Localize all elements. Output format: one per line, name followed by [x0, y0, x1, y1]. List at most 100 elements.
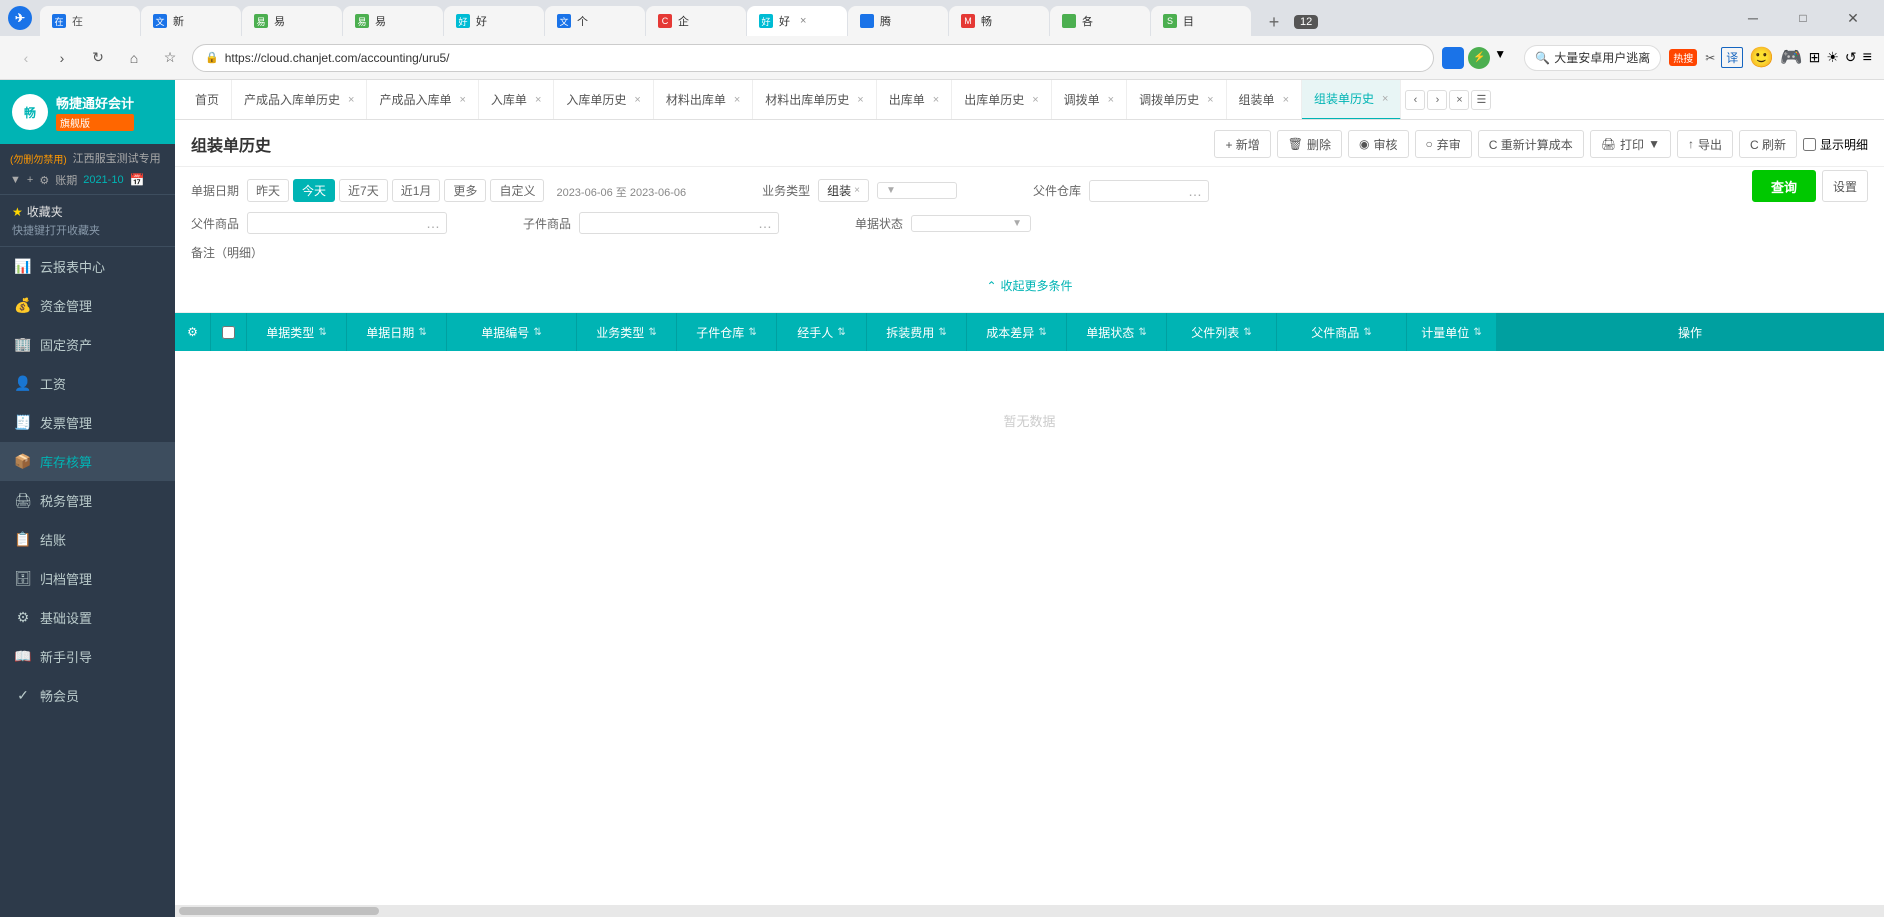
sun-icon[interactable]: ☀ — [1826, 49, 1839, 66]
browser-tab-12[interactable]: S 目 — [1151, 6, 1251, 36]
recalculate-btn[interactable]: C 重新计算成本 — [1478, 130, 1584, 158]
close-window-btn[interactable]: ✕ — [1830, 0, 1876, 36]
abandon-btn[interactable]: ○ 弃审 — [1415, 130, 1472, 158]
nav-tab-home[interactable]: 首页 — [183, 80, 232, 120]
print-btn[interactable]: 🖨 打印 ▼ — [1590, 130, 1671, 158]
parent-warehouse-more-icon[interactable]: … — [1188, 183, 1202, 199]
browser-tab-1[interactable]: 在 在 — [40, 6, 140, 36]
browser-tab-11[interactable]: 各 — [1050, 6, 1150, 36]
child-goods-input[interactable]: … — [579, 212, 779, 234]
sidebar-item-guide[interactable]: 📖 新手引导 — [0, 637, 175, 676]
add-company-btn[interactable]: + — [27, 174, 33, 186]
date-more-btn[interactable]: 更多 — [444, 179, 486, 202]
select-all-checkbox[interactable] — [222, 326, 235, 339]
maximize-btn[interactable]: □ — [1780, 0, 1826, 36]
nav-tab-assembly[interactable]: 组装单 × — [1227, 80, 1302, 120]
nav-next-btn[interactable]: › — [1427, 90, 1447, 110]
nav-menu-btn[interactable]: ☰ — [1471, 90, 1491, 110]
company-dropdown[interactable]: ▼ — [10, 174, 21, 186]
undo-icon[interactable]: ↺ — [1845, 49, 1857, 66]
sidebar-item-inventory[interactable]: 📦 库存核算 — [0, 442, 175, 481]
settings-btn[interactable]: ⚙ — [39, 174, 49, 187]
sidebar-item-closing[interactable]: 📋 结账 — [0, 520, 175, 559]
nav-tab-stock-in-history[interactable]: 入库单历史 × — [554, 80, 653, 120]
browser-tab-2[interactable]: 文 新 — [141, 6, 241, 36]
browser-tab-7[interactable]: C 企 — [646, 6, 746, 36]
refresh-btn[interactable]: C 刷新 — [1739, 130, 1797, 158]
parent-warehouse-input[interactable]: … — [1089, 180, 1209, 202]
tag-close-btn[interactable]: × — [854, 185, 860, 196]
tab-close-12[interactable]: × — [1382, 93, 1388, 105]
browser-tab-5[interactable]: 好 好 — [444, 6, 544, 36]
favorites-sub[interactable]: 快捷键打开收藏夹 — [12, 222, 163, 238]
sidebar-item-fund[interactable]: 💰 资金管理 — [0, 286, 175, 325]
tab-close-11[interactable]: × — [1283, 94, 1289, 106]
date-yesterday-btn[interactable]: 昨天 — [247, 179, 289, 202]
show-detail-label[interactable]: 显示明细 — [1803, 136, 1868, 153]
browser-tab-10[interactable]: M 畅 — [949, 6, 1049, 36]
order-status-dropdown[interactable]: ▼ — [911, 215, 1031, 232]
sort-icon-cost-diff[interactable]: ⇅ — [1038, 327, 1046, 338]
nav-tab-stock-out-history[interactable]: 出库单历史 × — [952, 80, 1051, 120]
tab-close-5[interactable]: × — [734, 94, 740, 106]
nav-tab-product-in-history[interactable]: 产成品入库单历史 × — [232, 80, 367, 120]
tab-close-6[interactable]: × — [857, 94, 863, 106]
tab-close-4[interactable]: × — [634, 94, 640, 106]
game-icon[interactable]: 🎮 — [1780, 47, 1802, 68]
sidebar-item-member[interactable]: ✓ 畅会员 — [0, 676, 175, 715]
new-tab-btn[interactable]: + — [1260, 8, 1288, 36]
tab-close-8[interactable]: × — [1032, 94, 1038, 106]
back-btn[interactable]: ‹ — [12, 44, 40, 72]
sidebar-item-payroll[interactable]: 👤 工资 — [0, 364, 175, 403]
nav-tab-stock-out[interactable]: 出库单 × — [877, 80, 952, 120]
nav-tab-assembly-history[interactable]: 组装单历史 × — [1302, 80, 1401, 120]
audit-btn[interactable]: ◉ 审核 — [1348, 130, 1409, 158]
sort-icon-disassembly-fee[interactable]: ⇅ — [938, 327, 946, 338]
nav-prev-btn[interactable]: ‹ — [1405, 90, 1425, 110]
browser-tab-3[interactable]: 易 易 — [242, 6, 342, 36]
horizontal-scrollbar[interactable] — [175, 905, 1884, 917]
address-bar[interactable]: 🔒 https://cloud.chanjet.com/accounting/u… — [192, 44, 1434, 72]
reload-btn[interactable]: ↻ — [84, 44, 112, 72]
sidebar-item-invoice[interactable]: 🧾 发票管理 — [0, 403, 175, 442]
search-bar[interactable]: 🔍 大量安卓用户逃离 — [1524, 45, 1661, 71]
browser-tab-4[interactable]: 易 易 — [343, 6, 443, 36]
sort-icon-parent-goods[interactable]: ⇅ — [1363, 327, 1371, 338]
filter-settings-btn[interactable]: 设置 — [1822, 170, 1868, 202]
nav-tab-transfer[interactable]: 调拨单 × — [1052, 80, 1127, 120]
forward-btn[interactable]: › — [48, 44, 76, 72]
sort-icon-biz-type[interactable]: ⇅ — [648, 327, 656, 338]
date-custom-btn[interactable]: 自定义 — [490, 179, 544, 202]
parent-goods-more-icon[interactable]: … — [426, 215, 440, 231]
nav-tab-material-out-history[interactable]: 材料出库单历史 × — [753, 80, 876, 120]
tab-close-3[interactable]: × — [535, 94, 541, 106]
th-settings[interactable]: ⚙ — [175, 313, 211, 351]
sort-icon-order-date[interactable]: ⇅ — [418, 327, 426, 338]
sort-icon-unit[interactable]: ⇅ — [1473, 327, 1481, 338]
query-btn[interactable]: 查询 — [1752, 170, 1816, 202]
translate-icon[interactable]: 译 — [1721, 47, 1743, 68]
tab-close-2[interactable]: × — [459, 94, 465, 106]
new-btn[interactable]: + 新增 — [1214, 130, 1270, 158]
nav-tab-material-out[interactable]: 材料出库单 × — [654, 80, 753, 120]
delete-btn[interactable]: 🗑 删除 — [1277, 130, 1342, 158]
business-type-dropdown[interactable]: ▼ — [877, 182, 957, 199]
date-7days-btn[interactable]: 近7天 — [339, 179, 388, 202]
minimize-btn[interactable]: ─ — [1730, 0, 1776, 36]
calendar-icon[interactable]: 📅 — [130, 173, 145, 187]
child-goods-more-icon[interactable]: … — [758, 215, 772, 231]
sort-icon-order-status[interactable]: ⇅ — [1138, 327, 1146, 338]
sidebar-item-cloud-report[interactable]: 📊 云报表中心 — [0, 247, 175, 286]
scrollbar-thumb[interactable] — [179, 907, 379, 915]
sidebar-item-archive[interactable]: 🗄 归档管理 — [0, 559, 175, 598]
tab-close-9[interactable]: × — [1108, 94, 1114, 106]
browser-tab-9[interactable]: 腾 — [848, 6, 948, 36]
bookmark-btn[interactable]: ☆ — [156, 44, 184, 72]
nav-tab-transfer-history[interactable]: 调拨单历史 × — [1127, 80, 1226, 120]
browser-tab-6[interactable]: 文 个 — [545, 6, 645, 36]
sidebar-item-tax[interactable]: 🖨 税务管理 — [0, 481, 175, 520]
nav-tab-stock-in[interactable]: 入库单 × — [479, 80, 554, 120]
tab-close-10[interactable]: × — [1207, 94, 1213, 106]
ext-dropdown-icon[interactable]: ▼ — [1494, 47, 1516, 69]
th-checkbox[interactable] — [211, 313, 247, 351]
